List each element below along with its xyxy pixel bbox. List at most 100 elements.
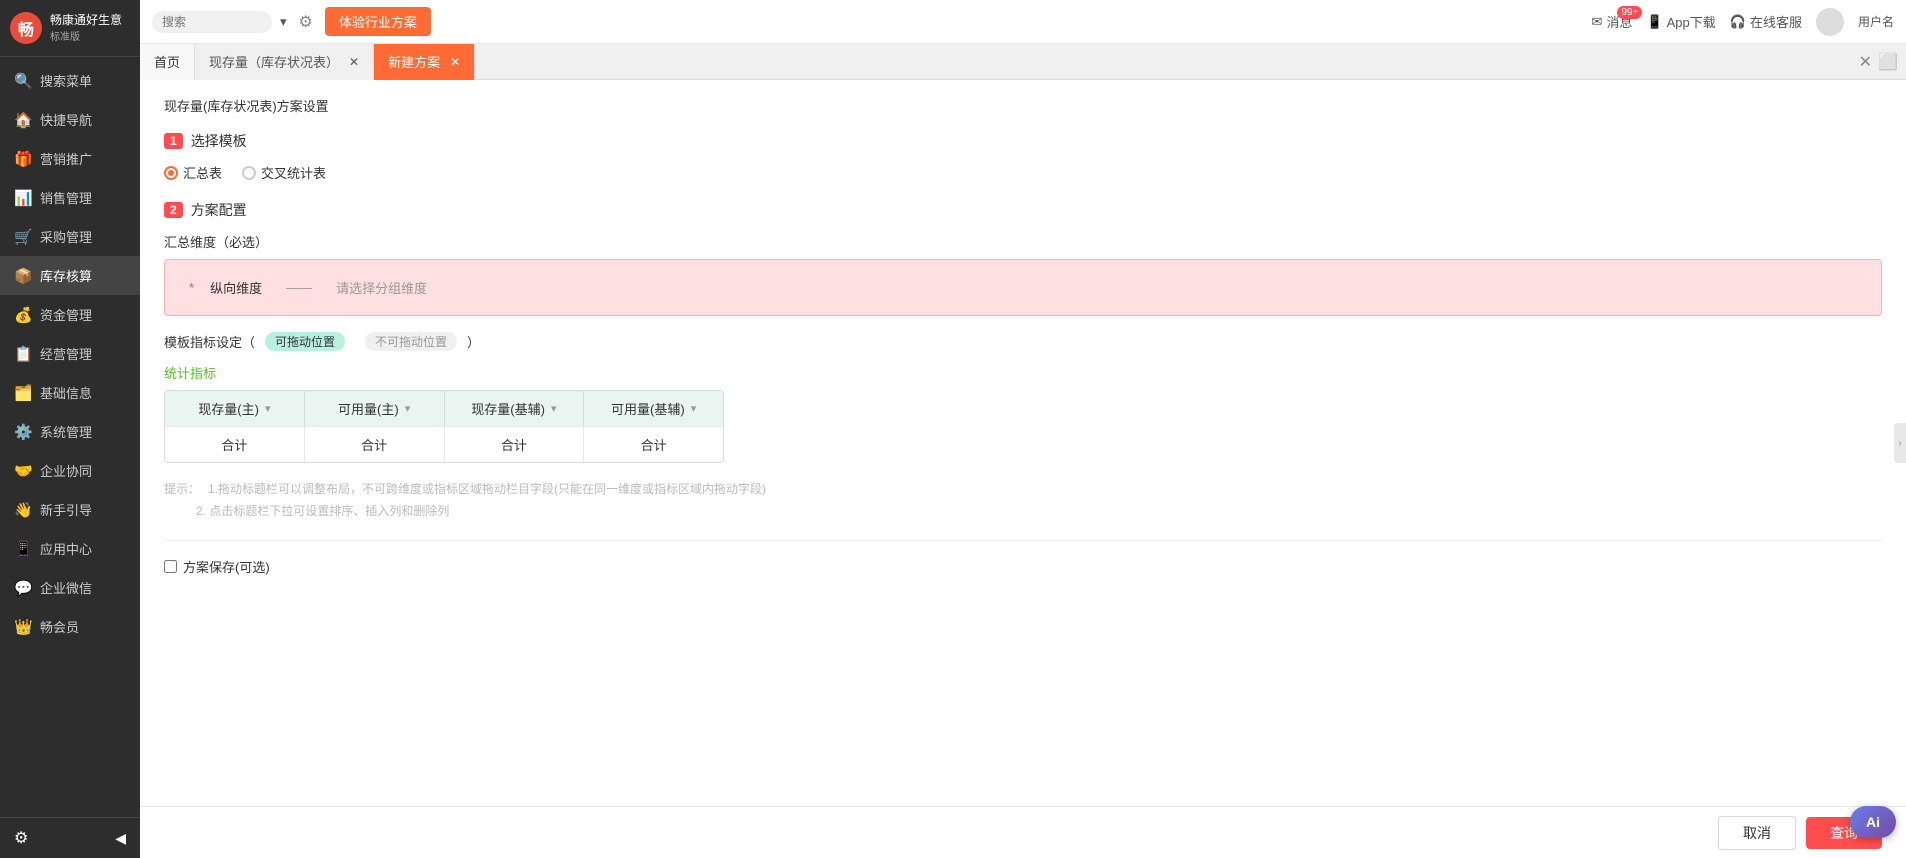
tab-new-plan-close-icon[interactable]: ✕ [450,55,460,69]
stats-table-row: 合计 合计 合计 合计 [165,426,723,462]
radio-cross[interactable]: 交叉统计表 [242,163,326,182]
save-checkbox[interactable] [164,560,177,573]
app-download-icon: 📱 [1646,14,1662,30]
sidebar-item-wechat[interactable]: 💬 企业微信 [0,568,140,607]
dropdown-chevron-icon: ▾ [280,14,287,30]
right-collapse-button[interactable]: › [1894,423,1906,463]
bottom-bar: 取消 查询 [140,806,1906,858]
sidebar-item-operations[interactable]: 📋 经营管理 [0,334,140,373]
content-area: 现存量(库存状况表)方案设置 1 选择模板 汇总表 交叉统计表 [140,80,1906,806]
dimension-config-label: 汇总维度（必选） [164,232,1882,251]
radio-cross-dot [242,166,256,180]
sidebar-item-purchase[interactable]: 🛒 采购管理 [0,217,140,256]
message-icon: ✉ [1592,14,1603,30]
radio-summary[interactable]: 汇总表 [164,163,222,182]
box-icon: 📦 [14,267,32,285]
trial-industry-button[interactable]: 体验行业方案 [325,7,431,36]
tab-home[interactable]: 首页 [140,44,195,80]
chevron-down-icon[interactable]: ▾ [691,402,697,415]
sidebar-item-label: 快捷导航 [40,110,92,129]
chevron-down-icon[interactable]: ▾ [405,402,411,415]
app-download-wrap[interactable]: 📱 App下载 [1646,12,1715,31]
dimension-config: 汇总维度（必选） * 纵向维度 —— 请选择分组维度 模板指标设定（ 可拖动位置… [164,232,1882,522]
dimension-required-mark: * [189,280,194,295]
search-icon: 🔍 [14,72,32,90]
panel-close-icon[interactable]: ✕ [1859,52,1872,72]
sidebar-item-newbie[interactable]: 👋 新手引导 [0,490,140,529]
radio-summary-dot [164,166,178,180]
save-option-label[interactable]: 方案保存(可选) [183,557,270,576]
sidebar-item-marketing[interactable]: 🎁 营销推广 [0,139,140,178]
tab-inventory-close-icon[interactable]: ✕ [349,55,359,69]
gear-icon: ⚙️ [14,423,32,441]
stats-col-3[interactable]: 现存量(基辅) ▾ [445,391,585,426]
tab-inventory-status[interactable]: 现存量（库存状况表） ✕ [195,44,374,80]
indicator-settings: 模板指标设定（ 可拖动位置 不可拖动位置 ） [164,332,1882,351]
radio-summary-label: 汇总表 [183,163,222,182]
sidebar-item-sales[interactable]: 📊 销售管理 [0,178,140,217]
sidebar-item-label: 畅会员 [40,617,79,636]
cancel-button[interactable]: 取消 [1718,816,1796,850]
avatar [1816,8,1844,36]
stats-col-1[interactable]: 现存量(主) ▾ [165,391,305,426]
step2-badge: 2 [164,202,183,218]
chevron-down-icon[interactable]: ▾ [551,402,557,415]
dimension-box[interactable]: * 纵向维度 —— 请选择分组维度 [164,259,1882,316]
sidebar-item-label: 搜索菜单 [40,71,92,90]
app-logo: 畅 畅康通好生意 标准版 [0,0,140,57]
tip-label: 提示： [164,479,200,501]
sidebar-settings-icon[interactable]: ⚙ [14,828,28,848]
service-icon: 🎧 [1730,14,1746,30]
sidebar-item-label: 营销推广 [40,149,92,168]
fixed-badge: 不可拖动位置 [365,332,457,351]
chat-icon: 💬 [14,579,32,597]
ai-float-button[interactable]: Ai [1850,806,1896,838]
sidebar-item-finance[interactable]: 💰 资金管理 [0,295,140,334]
app-name: 畅康通好生意 [50,13,122,29]
topbar: ▾ ⚙ 体验行业方案 ✉ 消息 99+ 📱 App下载 🎧 在线客服 用户名 [140,0,1906,44]
template-radio-group: 汇总表 交叉统计表 [164,163,1882,182]
handshake-icon: 🤝 [14,462,32,480]
step1-badge: 1 [164,133,183,149]
dimension-dash: —— [286,280,312,295]
tab-new-plan[interactable]: 新建方案 ✕ [374,44,475,80]
stats-col-3-label: 现存量(基辅) [471,399,545,418]
cart-icon: 🛒 [14,228,32,246]
sidebar-item-basic[interactable]: 🗂️ 基础信息 [0,373,140,412]
sidebar-item-label: 企业协同 [40,461,92,480]
sidebar-item-appstore[interactable]: 📱 应用中心 [0,529,140,568]
topbar-dropdown[interactable]: ▾ [280,14,287,30]
sidebar-item-system[interactable]: ⚙️ 系统管理 [0,412,140,451]
dimension-placeholder: 请选择分组维度 [336,278,427,297]
sidebar-item-label: 应用中心 [40,539,92,558]
sidebar-item-search[interactable]: 🔍 搜索菜单 [0,61,140,100]
stats-col-4-label: 可用量(基辅) [611,399,685,418]
sidebar-item-label: 基础信息 [40,383,92,402]
topbar-search-input[interactable] [152,11,272,33]
page-title: 现存量(库存状况表)方案设置 [164,96,1882,115]
step2-header: 2 方案配置 [164,200,1882,220]
chevron-down-icon[interactable]: ▾ [265,402,271,415]
sidebar-item-inventory[interactable]: 📦 库存核算 [0,256,140,295]
crown-icon: 👑 [14,618,32,636]
sidebar-item-label: 销售管理 [40,188,92,207]
stats-title: 统计指标 [164,363,1882,382]
stats-table-header: 现存量(主) ▾ 可用量(主) ▾ 现存量(基辅) ▾ [165,391,723,426]
gift-icon: 🎁 [14,150,32,168]
panel-expand-icon[interactable]: ⬜ [1878,52,1898,72]
topbar-gear-icon[interactable]: ⚙ [299,12,313,32]
message-badge-wrap[interactable]: ✉ 消息 99+ [1592,12,1633,31]
step2-title: 方案配置 [191,200,247,220]
sidebar-item-shortcut[interactable]: 🏠 快捷导航 [0,100,140,139]
stats-col-4[interactable]: 可用量(基辅) ▾ [584,391,723,426]
sidebar-collapse-icon[interactable]: ◀ [115,830,126,847]
online-service-wrap[interactable]: 🎧 在线客服 [1730,12,1802,31]
stats-cell-1-1: 合计 [165,427,305,462]
step2-section: 2 方案配置 汇总维度（必选） * 纵向维度 —— 请选择分组维度 模板指标设定… [164,200,1882,522]
home-icon: 🏠 [14,111,32,129]
tip-2: 2. 点击标题栏下拉可设置排序、插入列和删除列 [164,501,1882,523]
save-option: 方案保存(可选) [164,540,1882,576]
sidebar-item-member[interactable]: 👑 畅会员 [0,607,140,646]
sidebar-item-contract[interactable]: 🤝 企业协同 [0,451,140,490]
stats-col-2[interactable]: 可用量(主) ▾ [305,391,445,426]
